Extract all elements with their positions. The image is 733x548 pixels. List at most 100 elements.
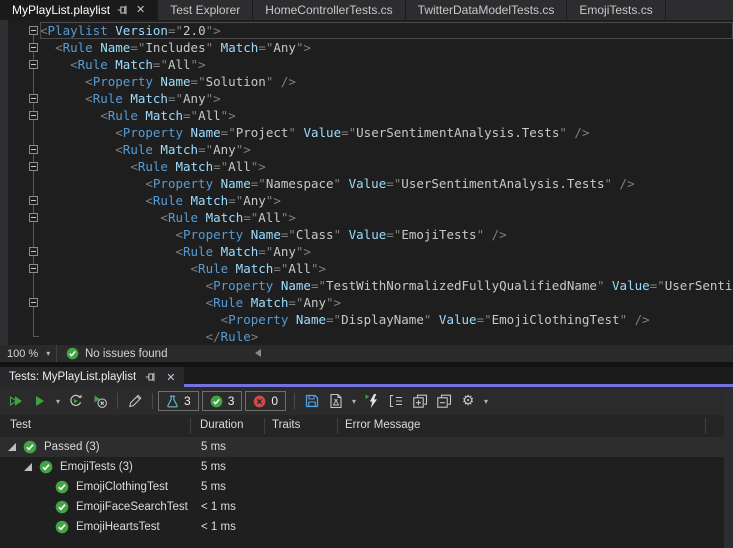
column-divider[interactable] <box>337 418 338 434</box>
code-line[interactable]: <Rule Match="Any"> <box>0 141 733 158</box>
code-line[interactable]: <Property Name="TestWithNormalizedFullyQ… <box>0 277 733 294</box>
fold-gutter[interactable] <box>0 39 40 56</box>
fold-collapse-icon[interactable] <box>29 213 38 222</box>
fold-gutter[interactable] <box>0 243 40 260</box>
group-by-button[interactable] <box>384 389 408 413</box>
code-line[interactable]: <Property Name="Project" Value="UserSent… <box>0 124 733 141</box>
test-row[interactable]: EmojiHeartsTest < 1 ms <box>0 517 733 537</box>
fold-gutter[interactable] <box>0 192 40 209</box>
code-line[interactable]: <Rule Match="Any"> <box>0 294 733 311</box>
fold-gutter[interactable] <box>0 175 40 192</box>
fold-gutter[interactable] <box>0 277 40 294</box>
column-divider[interactable] <box>705 418 706 434</box>
fold-gutter[interactable] <box>0 141 40 158</box>
code-line[interactable]: <Rule Match="All"> <box>0 158 733 175</box>
code-text[interactable]: <Property Name="Project" Value="UserSent… <box>40 124 733 141</box>
code-line[interactable]: <Playlist Version="2.0"> <box>0 22 733 39</box>
code-line[interactable]: </Rule> <box>0 328 733 345</box>
tab-twitterdatamodeltests[interactable]: TwitterDataModelTests.cs <box>405 0 568 20</box>
code-text[interactable]: <Rule Match="All"> <box>40 56 733 73</box>
hscroll-left-arrow-icon[interactable] <box>255 349 261 357</box>
fold-collapse-icon[interactable] <box>29 247 38 256</box>
passed-tests-filter[interactable]: 3 <box>201 391 243 411</box>
fold-collapse-icon[interactable] <box>29 60 38 69</box>
close-icon[interactable]: ✕ <box>166 371 175 384</box>
code-line[interactable]: <Rule Match="Any"> <box>0 243 733 260</box>
code-line[interactable]: <Rule Match="All"> <box>0 107 733 124</box>
fold-gutter[interactable] <box>0 22 40 39</box>
fold-gutter[interactable] <box>0 226 40 243</box>
settings-dropdown[interactable]: ▾ <box>480 389 492 413</box>
test-row[interactable]: EmojiFaceSearchTest < 1 ms <box>0 497 733 517</box>
code-text[interactable]: <Property Name="Class" Value="EmojiTests… <box>40 226 733 243</box>
fold-gutter[interactable] <box>0 294 40 311</box>
expander-icon[interactable] <box>24 463 32 471</box>
test-row[interactable]: EmojiClothingTest 5 ms <box>0 477 733 497</box>
fold-collapse-icon[interactable] <box>29 26 38 35</box>
run-dropdown[interactable]: ▾ <box>52 389 64 413</box>
save-playlist-button[interactable] <box>300 389 324 413</box>
fold-gutter[interactable] <box>0 158 40 175</box>
code-text[interactable]: <Rule Match="Any"> <box>40 141 733 158</box>
total-tests-filter[interactable]: 3 <box>158 391 199 411</box>
tab-test-explorer[interactable]: Test Explorer <box>158 0 254 20</box>
fold-collapse-icon[interactable] <box>29 43 38 52</box>
fold-gutter[interactable] <box>0 107 40 124</box>
code-text[interactable]: <Rule Match="All"> <box>40 260 733 277</box>
fold-collapse-icon[interactable] <box>29 162 38 171</box>
run-test-button[interactable] <box>28 389 52 413</box>
code-line[interactable]: <Property Name="Solution" /> <box>0 73 733 90</box>
fold-gutter[interactable] <box>0 124 40 141</box>
collapse-all-button[interactable] <box>432 389 456 413</box>
playlist-file-button[interactable] <box>324 389 348 413</box>
code-line[interactable]: <Rule Match="All"> <box>0 56 733 73</box>
code-line[interactable]: <Rule Match="All"> <box>0 209 733 226</box>
code-text[interactable]: <Property Name="Namespace" Value="UserSe… <box>40 175 733 192</box>
expand-all-button[interactable] <box>408 389 432 413</box>
fold-gutter[interactable] <box>0 73 40 90</box>
fold-gutter[interactable] <box>0 56 40 73</box>
test-row[interactable]: EmojiTests (3) 5 ms <box>0 457 733 477</box>
expander-icon[interactable] <box>8 443 16 451</box>
column-traits[interactable]: Traits <box>272 419 300 431</box>
code-line[interactable]: <Rule Match="All"> <box>0 260 733 277</box>
code-line[interactable]: <Property Name="Namespace" Value="UserSe… <box>0 175 733 192</box>
code-text[interactable]: </Rule> <box>40 328 733 345</box>
code-line[interactable]: <Rule Name="Includes" Match="Any"> <box>0 39 733 56</box>
tab-homecontrollertests[interactable]: HomeControllerTests.cs <box>253 0 406 20</box>
code-area[interactable]: <Playlist Version="2.0"> <Rule Name="Inc… <box>0 22 733 345</box>
tab-myplaylist-playlist[interactable]: MyPlayList.playlist ✕ <box>0 0 159 20</box>
xml-editor[interactable]: <Playlist Version="2.0"> <Rule Name="Inc… <box>0 20 733 345</box>
tab-tests-myplaylist[interactable]: Tests: MyPlayList.playlist ✕ <box>0 367 185 387</box>
failed-tests-filter[interactable]: 0 <box>245 391 287 411</box>
run-all-tests-button[interactable] <box>4 389 28 413</box>
column-divider[interactable] <box>264 418 265 434</box>
vertical-scrollbar[interactable] <box>724 389 733 548</box>
fold-collapse-icon[interactable] <box>29 298 38 307</box>
playlist-file-dropdown[interactable]: ▾ <box>348 389 360 413</box>
code-text[interactable]: <Property Name="TestWithNormalizedFullyQ… <box>40 277 733 294</box>
code-text[interactable]: <Property Name="Solution" /> <box>40 73 733 90</box>
code-text[interactable]: <Rule Match="Any"> <box>40 90 733 107</box>
code-line[interactable]: <Property Name="Class" Value="EmojiTests… <box>0 226 733 243</box>
fold-gutter[interactable] <box>0 311 40 328</box>
pin-icon[interactable] <box>145 371 157 383</box>
run-tests-after-build-button[interactable] <box>360 389 384 413</box>
close-icon[interactable]: ✕ <box>136 4 145 16</box>
column-divider[interactable] <box>190 418 191 434</box>
code-text[interactable]: <Playlist Version="2.0"> <box>40 22 733 39</box>
document-health-indicator[interactable]: No issues found <box>66 347 167 360</box>
code-text[interactable]: <Rule Match="Any"> <box>40 294 733 311</box>
code-text[interactable]: <Property Name="DisplayName" Value="Emoj… <box>40 311 733 328</box>
code-text[interactable]: <Rule Match="Any"> <box>40 243 733 260</box>
fold-collapse-icon[interactable] <box>29 111 38 120</box>
fold-gutter[interactable] <box>0 209 40 226</box>
code-text[interactable]: <Rule Match="All"> <box>40 209 733 226</box>
tab-emojitests[interactable]: EmojiTests.cs <box>567 0 666 20</box>
code-line[interactable]: <Property Name="DisplayName" Value="Emoj… <box>0 311 733 328</box>
column-duration[interactable]: Duration <box>200 419 243 431</box>
fold-gutter[interactable] <box>0 260 40 277</box>
settings-button[interactable]: ⚙ <box>456 389 480 413</box>
column-error-message[interactable]: Error Message <box>345 419 420 431</box>
fold-collapse-icon[interactable] <box>29 264 38 273</box>
